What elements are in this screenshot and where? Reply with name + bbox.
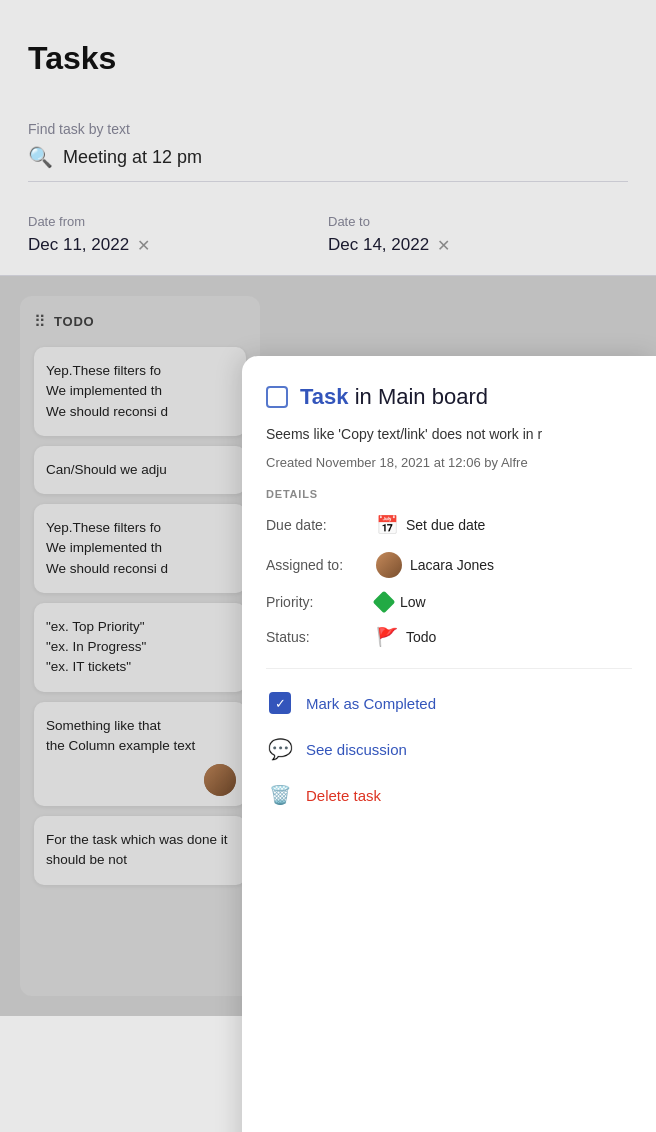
- priority-row: Priority: Low: [266, 594, 632, 610]
- chat-icon: 💬: [268, 737, 293, 761]
- status-value[interactable]: 🚩 Todo: [376, 626, 436, 648]
- see-discussion-action[interactable]: 💬 See discussion: [266, 735, 632, 763]
- mark-completed-label: Mark as Completed: [306, 695, 436, 712]
- date-from-value-row: Dec 11, 2022 ✕: [28, 235, 328, 255]
- assignee-name: Lacara Jones: [410, 557, 494, 573]
- search-input-row: 🔍: [28, 145, 628, 182]
- status-label: Status:: [266, 629, 376, 645]
- details-label: DETAILS: [266, 488, 632, 500]
- task-checkbox[interactable]: [266, 386, 288, 408]
- date-to-filter: Date to Dec 14, 2022 ✕: [328, 214, 628, 255]
- status-flag-icon: 🚩: [376, 626, 398, 648]
- date-from-label: Date from: [28, 214, 328, 229]
- date-filter-section: Date from Dec 11, 2022 ✕ Date to Dec 14,…: [0, 198, 656, 276]
- see-discussion-label: See discussion: [306, 741, 407, 758]
- modal-task-description: Seems like 'Copy text/link' does not wor…: [266, 424, 632, 445]
- date-from-filter: Date from Dec 11, 2022 ✕: [28, 214, 328, 255]
- check-completed-icon: ✓: [269, 692, 291, 714]
- clear-date-from-icon[interactable]: ✕: [137, 236, 150, 255]
- assigned-label: Assigned to:: [266, 557, 376, 573]
- search-label: Find task by text: [28, 121, 628, 137]
- task-title-suffix: in Main board: [355, 384, 488, 409]
- status-row: Status: 🚩 Todo: [266, 626, 632, 648]
- task-title-word: Task: [300, 384, 349, 409]
- search-section: Find task by text 🔍: [0, 121, 656, 198]
- calendar-icon: 📅: [376, 514, 398, 536]
- priority-value[interactable]: Low: [376, 594, 426, 610]
- mark-completed-icon-wrap: ✓: [266, 689, 294, 717]
- modal-task-header: Task in Main board: [266, 384, 632, 410]
- assignee-avatar: [376, 552, 402, 578]
- due-date-value[interactable]: 📅 Set due date: [376, 514, 485, 536]
- search-icon: 🔍: [28, 145, 53, 169]
- board-area: ⠿ TODO Yep.These filters foWe implemente…: [0, 276, 656, 1016]
- header-section: Tasks: [0, 0, 656, 121]
- date-to-label: Date to: [328, 214, 628, 229]
- assigned-to-row: Assigned to: Lacara Jones: [266, 552, 632, 578]
- due-date-text: Set due date: [406, 517, 485, 533]
- mark-completed-action[interactable]: ✓ Mark as Completed: [266, 689, 632, 717]
- priority-label: Priority:: [266, 594, 376, 610]
- modal-panel: Task in Main board Seems like 'Copy text…: [242, 356, 656, 1132]
- page-title: Tasks: [28, 40, 628, 77]
- date-to-value-row: Dec 14, 2022 ✕: [328, 235, 628, 255]
- delete-task-icon-wrap: 🗑️: [266, 781, 294, 809]
- delete-task-label: Delete task: [306, 787, 381, 804]
- due-date-row: Due date: 📅 Set due date: [266, 514, 632, 536]
- modal-task-created: Created November 18, 2021 at 12:06 by Al…: [266, 455, 632, 470]
- date-to-value: Dec 14, 2022: [328, 235, 429, 255]
- search-input[interactable]: [63, 147, 628, 168]
- trash-icon: 🗑️: [269, 784, 291, 806]
- delete-task-action[interactable]: 🗑️ Delete task: [266, 781, 632, 809]
- clear-date-to-icon[interactable]: ✕: [437, 236, 450, 255]
- modal-divider: [266, 668, 632, 669]
- assigned-value[interactable]: Lacara Jones: [376, 552, 494, 578]
- date-from-value: Dec 11, 2022: [28, 235, 129, 255]
- priority-icon: [373, 591, 396, 614]
- see-discussion-icon-wrap: 💬: [266, 735, 294, 763]
- status-text: Todo: [406, 629, 436, 645]
- due-date-label: Due date:: [266, 517, 376, 533]
- priority-text: Low: [400, 594, 426, 610]
- page-container: Tasks Find task by text 🔍 Date from Dec …: [0, 0, 656, 1132]
- modal-task-title: Task in Main board: [300, 384, 488, 410]
